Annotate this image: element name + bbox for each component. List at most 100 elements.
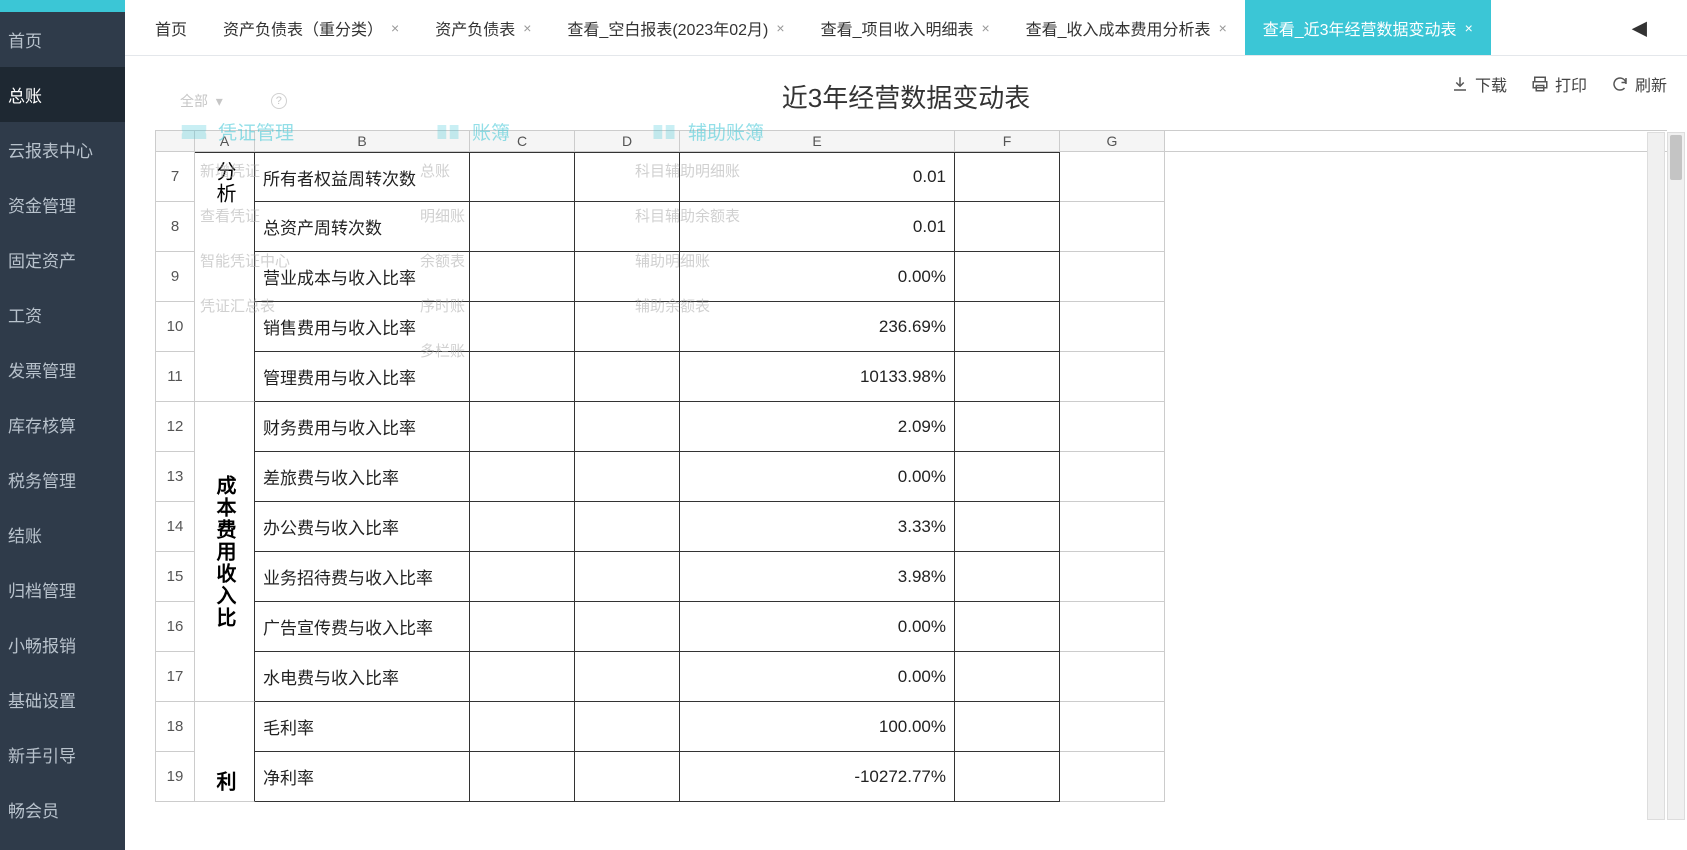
cell[interactable] [575,702,680,752]
cell[interactable] [1060,702,1165,752]
cell[interactable] [955,702,1060,752]
sidebar-item-salary[interactable]: 工资 [0,287,125,342]
cell[interactable] [470,302,575,352]
cell-label[interactable]: 总资产周转次数 [255,202,470,252]
cell[interactable] [955,202,1060,252]
cell[interactable] [575,452,680,502]
sidebar-item-member[interactable]: 畅会员 [0,782,125,837]
tab-income-cost[interactable]: 查看_收入成本费用分析表× [1008,0,1245,55]
col-header-d[interactable]: D [575,131,680,151]
section-label-analysis[interactable]: 分析 [195,152,255,402]
cell[interactable] [470,352,575,402]
cell[interactable] [470,552,575,602]
tab-balance[interactable]: 资产负债表× [417,0,549,55]
cell[interactable] [470,752,575,802]
cell[interactable] [1060,402,1165,452]
close-icon[interactable]: × [776,20,784,36]
cell-value[interactable]: 2.09% [680,402,955,452]
cell[interactable] [955,602,1060,652]
cell-value[interactable]: 0.00% [680,452,955,502]
sidebar-item-archive[interactable]: 归档管理 [0,562,125,617]
close-icon[interactable]: × [391,20,399,36]
cell[interactable] [575,652,680,702]
scrollbar-thumb[interactable] [1670,135,1682,180]
cell-value[interactable]: 0.01 [680,152,955,202]
cell[interactable] [575,302,680,352]
cell[interactable] [470,152,575,202]
cell[interactable] [1060,552,1165,602]
row-header[interactable]: 10 [155,302,195,352]
cell-label[interactable]: 业务招待费与收入比率 [255,552,470,602]
cell[interactable] [575,402,680,452]
close-icon[interactable]: × [1465,20,1473,36]
sidebar-item-invoice[interactable]: 发票管理 [0,342,125,397]
close-icon[interactable]: × [1219,20,1227,36]
cell[interactable] [470,652,575,702]
cell[interactable] [955,452,1060,502]
cell-value[interactable]: 0.00% [680,602,955,652]
cell[interactable] [955,752,1060,802]
cell[interactable] [1060,652,1165,702]
cell[interactable] [1060,302,1165,352]
row-header[interactable]: 8 [155,202,195,252]
sidebar-item-fixed-assets[interactable]: 固定资产 [0,232,125,287]
sidebar-item-settings[interactable]: 基础设置 [0,672,125,727]
cell-label[interactable]: 差旅费与收入比率 [255,452,470,502]
cell[interactable] [470,702,575,752]
cell[interactable] [1060,202,1165,252]
cell[interactable] [955,652,1060,702]
row-header[interactable]: 13 [155,452,195,502]
cell[interactable] [1060,152,1165,202]
cell[interactable] [575,752,680,802]
refresh-button[interactable]: 刷新 [1611,72,1667,96]
cell-label[interactable]: 财务费用与收入比率 [255,402,470,452]
cell-value[interactable]: 0.01 [680,202,955,252]
cell[interactable] [575,352,680,402]
cell-label[interactable]: 水电费与收入比率 [255,652,470,702]
cell-label[interactable]: 毛利率 [255,702,470,752]
cell[interactable] [955,302,1060,352]
cell[interactable] [470,602,575,652]
row-header[interactable]: 12 [155,402,195,452]
cell[interactable] [955,552,1060,602]
cell-value[interactable]: 3.98% [680,552,955,602]
sidebar-item-close[interactable]: 结账 [0,507,125,562]
cell[interactable] [1060,452,1165,502]
cell[interactable] [575,602,680,652]
cell-label[interactable]: 销售费用与收入比率 [255,302,470,352]
cell-label[interactable]: 所有者权益周转次数 [255,152,470,202]
cell-value[interactable]: 0.00% [680,252,955,302]
cell[interactable] [470,252,575,302]
inner-scrollbar[interactable] [1647,132,1665,820]
row-header[interactable]: 17 [155,652,195,702]
sidebar-item-inventory[interactable]: 库存核算 [0,397,125,452]
col-header-g[interactable]: G [1060,131,1165,151]
cell[interactable] [470,402,575,452]
tab-balance-reclass[interactable]: 资产负债表（重分类）× [205,0,417,55]
cell[interactable] [1060,752,1165,802]
cell-label[interactable]: 净利率 [255,752,470,802]
tab-blank-report[interactable]: 查看_空白报表(2023年02月)× [549,0,802,55]
print-button[interactable]: 打印 [1531,72,1587,96]
sidebar-item-tax[interactable]: 税务管理 [0,452,125,507]
col-header-b[interactable]: B [255,131,470,151]
cell-value[interactable]: 10133.98% [680,352,955,402]
cell[interactable] [575,252,680,302]
cell[interactable] [955,352,1060,402]
cell[interactable] [955,252,1060,302]
sidebar-item-ledger[interactable]: 总账 [0,67,125,122]
cell[interactable] [470,452,575,502]
cell[interactable] [955,402,1060,452]
vertical-scrollbar[interactable] [1667,132,1685,820]
cell-value[interactable]: 236.69% [680,302,955,352]
col-header-f[interactable]: F [955,131,1060,151]
section-label-cost-ratio[interactable]: 成本费用收入比 [195,402,255,702]
sidebar-item-cloud-report[interactable]: 云报表中心 [0,122,125,177]
cell[interactable] [1060,352,1165,402]
cell-value[interactable]: 100.00% [680,702,955,752]
cell-label[interactable]: 营业成本与收入比率 [255,252,470,302]
sidebar-item-funds[interactable]: 资金管理 [0,177,125,232]
cell[interactable] [955,152,1060,202]
tab-3year-data[interactable]: 查看_近3年经营数据变动表× [1245,0,1491,55]
col-header-e[interactable]: E [680,131,955,151]
